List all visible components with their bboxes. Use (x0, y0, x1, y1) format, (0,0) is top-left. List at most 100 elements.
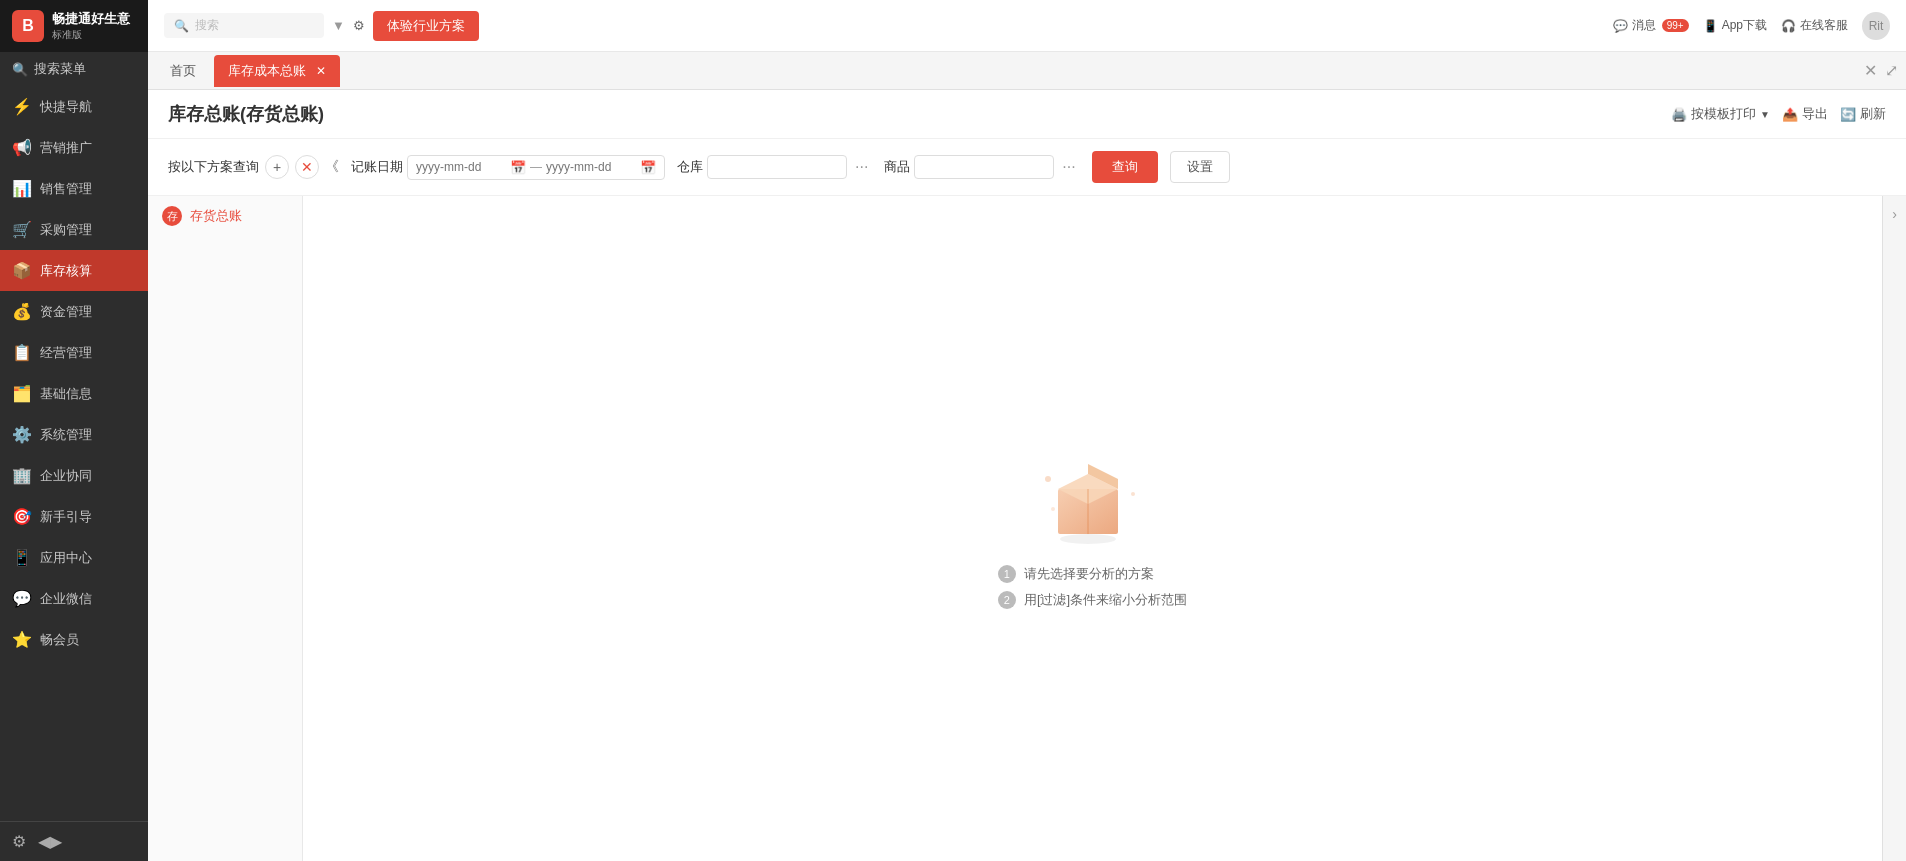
date-input-group[interactable]: 📅 — 📅 (407, 155, 665, 180)
sidebar-item-enterprise[interactable]: 🏢 企业协同 (0, 455, 148, 496)
print-dropdown-icon[interactable]: ▼ (1760, 109, 1770, 120)
date-start-input[interactable] (416, 160, 506, 174)
content-body: 存 存货总账 (148, 196, 1906, 861)
settings-btn[interactable]: 设置 (1170, 151, 1230, 183)
filter-collapse-icon[interactable]: 《 (325, 158, 339, 176)
inventory-label: 库存核算 (40, 262, 92, 280)
app-download-btn[interactable]: 📱 App下载 (1703, 17, 1767, 34)
right-panel-arrow-icon[interactable]: › (1892, 206, 1897, 222)
svg-point-5 (1131, 492, 1135, 496)
date-end-input[interactable] (546, 160, 636, 174)
sidebar-item-quick-nav[interactable]: ⚡ 快捷导航 (0, 86, 148, 127)
query-btn[interactable]: 查询 (1092, 151, 1158, 183)
refresh-label: 刷新 (1860, 105, 1886, 123)
empty-tip-1: 1 请先选择要分析的方案 (998, 565, 1187, 583)
topbar-gear-icon[interactable]: ⚙ (353, 18, 365, 33)
export-btn[interactable]: 📤 导出 (1782, 105, 1828, 123)
user-avatar[interactable]: Rit (1862, 12, 1890, 40)
marketing-icon: 📢 (12, 138, 32, 157)
topbar-search-box[interactable]: 🔍 搜索 (164, 13, 324, 38)
tip-num-1: 1 (998, 565, 1016, 583)
scheme-item-inventory[interactable]: 存 存货总账 (148, 196, 302, 236)
message-btn[interactable]: 💬 消息 99+ (1613, 17, 1689, 34)
filter-label: 按以下方案查询 + ✕ 《 (168, 155, 339, 179)
enterprise-icon: 🏢 (12, 466, 32, 485)
sidebar-item-wechat[interactable]: 💬 企业微信 (0, 578, 148, 619)
logo-main-text: 畅捷通好生意 (52, 10, 130, 28)
sidebar-item-system[interactable]: ⚙️ 系统管理 (0, 414, 148, 455)
message-icon: 💬 (1613, 19, 1628, 33)
finance-label: 资金管理 (40, 303, 92, 321)
date-separator: — (530, 160, 542, 174)
topbar-dropdown-icon[interactable]: ▼ (332, 18, 345, 33)
warehouse-dots-btn[interactable]: ··· (851, 158, 872, 176)
sidebar-item-member[interactable]: ⭐ 畅会员 (0, 619, 148, 660)
basic-icon: 🗂️ (12, 384, 32, 403)
finance-icon: 💰 (12, 302, 32, 321)
sidebar-item-app-center[interactable]: 📱 应用中心 (0, 537, 148, 578)
refresh-icon: 🔄 (1840, 107, 1856, 122)
tip-1-text: 请先选择要分析的方案 (1024, 565, 1154, 583)
empty-illustration (1033, 449, 1153, 549)
sales-icon: 📊 (12, 179, 32, 198)
topbar-search-placeholder: 搜索 (195, 17, 219, 34)
tab-inventory-ledger[interactable]: 库存成本总账 ✕ (214, 55, 340, 87)
inventory-icon: 📦 (12, 261, 32, 280)
warehouse-label: 仓库 (677, 158, 703, 176)
sidebar-item-operation[interactable]: 📋 经营管理 (0, 332, 148, 373)
filter-clear-btn[interactable]: ✕ (295, 155, 319, 179)
message-badge: 99+ (1662, 19, 1689, 32)
sidebar-search[interactable]: 🔍 搜索菜单 (0, 52, 148, 86)
sidebar-item-marketing[interactable]: 📢 营销推广 (0, 127, 148, 168)
tab-close-icon[interactable]: ✕ (316, 64, 326, 78)
scheme-panel: 存 存货总账 (148, 196, 303, 861)
sidebar-settings-icon[interactable]: ⚙ (12, 832, 26, 851)
product-dots-btn[interactable]: ··· (1058, 158, 1079, 176)
calendar-end-icon[interactable]: 📅 (640, 160, 656, 175)
export-label: 导出 (1802, 105, 1828, 123)
topbar: 🔍 搜索 ▼ ⚙ 体验行业方案 💬 消息 99+ 📱 App下载 🎧 在线客服 (148, 0, 1906, 52)
tab-panel-close-btn[interactable]: ✕ (1864, 61, 1877, 80)
refresh-btn[interactable]: 🔄 刷新 (1840, 105, 1886, 123)
sidebar-toggle-icon[interactable]: ◀▶ (38, 832, 62, 851)
sidebar-item-basic[interactable]: 🗂️ 基础信息 (0, 373, 148, 414)
logo-sub-text: 标准版 (52, 28, 130, 42)
sidebar: B 畅捷通好生意 标准版 🔍 搜索菜单 ⚡ 快捷导航 📢 营销推广 📊 销售管理… (0, 0, 148, 861)
sidebar-item-purchase[interactable]: 🛒 采购管理 (0, 209, 148, 250)
svg-point-7 (1060, 534, 1116, 544)
filter-add-btn[interactable]: + (265, 155, 289, 179)
product-input[interactable] (914, 155, 1054, 179)
sidebar-item-newbie[interactable]: 🎯 新手引导 (0, 496, 148, 537)
online-service-btn[interactable]: 🎧 在线客服 (1781, 17, 1848, 34)
empty-state: 1 请先选择要分析的方案 2 用[过滤]条件来缩小分析范围 (303, 196, 1882, 861)
export-icon: 📤 (1782, 107, 1798, 122)
newbie-label: 新手引导 (40, 508, 92, 526)
page-header-actions: 🖨️ 按模板打印 ▼ 📤 导出 🔄 刷新 (1671, 105, 1886, 123)
purchase-label: 采购管理 (40, 221, 92, 239)
product-label: 商品 (884, 158, 910, 176)
app-download-icon: 📱 (1703, 19, 1718, 33)
svg-point-6 (1051, 507, 1055, 511)
filter-area: 按以下方案查询 + ✕ 《 记账日期 📅 — 📅 仓库 ··· (148, 139, 1906, 196)
tab-panel-expand-btn[interactable]: ⤢ (1885, 61, 1898, 80)
sidebar-logo: B 畅捷通好生意 标准版 (0, 0, 148, 52)
basic-label: 基础信息 (40, 385, 92, 403)
page-header: 库存总账(存货总账) 🖨️ 按模板打印 ▼ 📤 导出 🔄 刷新 (148, 90, 1906, 139)
sidebar-item-sales[interactable]: 📊 销售管理 (0, 168, 148, 209)
operation-label: 经营管理 (40, 344, 92, 362)
date-label: 记账日期 (351, 158, 403, 176)
wechat-icon: 💬 (12, 589, 32, 608)
warehouse-input[interactable] (707, 155, 847, 179)
right-panel: › (1882, 196, 1906, 861)
quick-nav-icon: ⚡ (12, 97, 32, 116)
sidebar-item-finance[interactable]: 💰 资金管理 (0, 291, 148, 332)
calendar-start-icon[interactable]: 📅 (510, 160, 526, 175)
topbar-nav-area: 🔍 搜索 ▼ ⚙ 体验行业方案 (164, 11, 1603, 41)
logo-text: 畅捷通好生意 标准版 (52, 10, 130, 42)
scheme-item-label: 存货总账 (190, 207, 242, 225)
tab-close-area: ✕ ⤢ (1864, 61, 1898, 80)
tab-home[interactable]: 首页 (156, 55, 210, 87)
sidebar-item-inventory[interactable]: 📦 库存核算 (0, 250, 148, 291)
industry-btn[interactable]: 体验行业方案 (373, 11, 479, 41)
print-template-btn[interactable]: 🖨️ 按模板打印 ▼ (1671, 105, 1770, 123)
